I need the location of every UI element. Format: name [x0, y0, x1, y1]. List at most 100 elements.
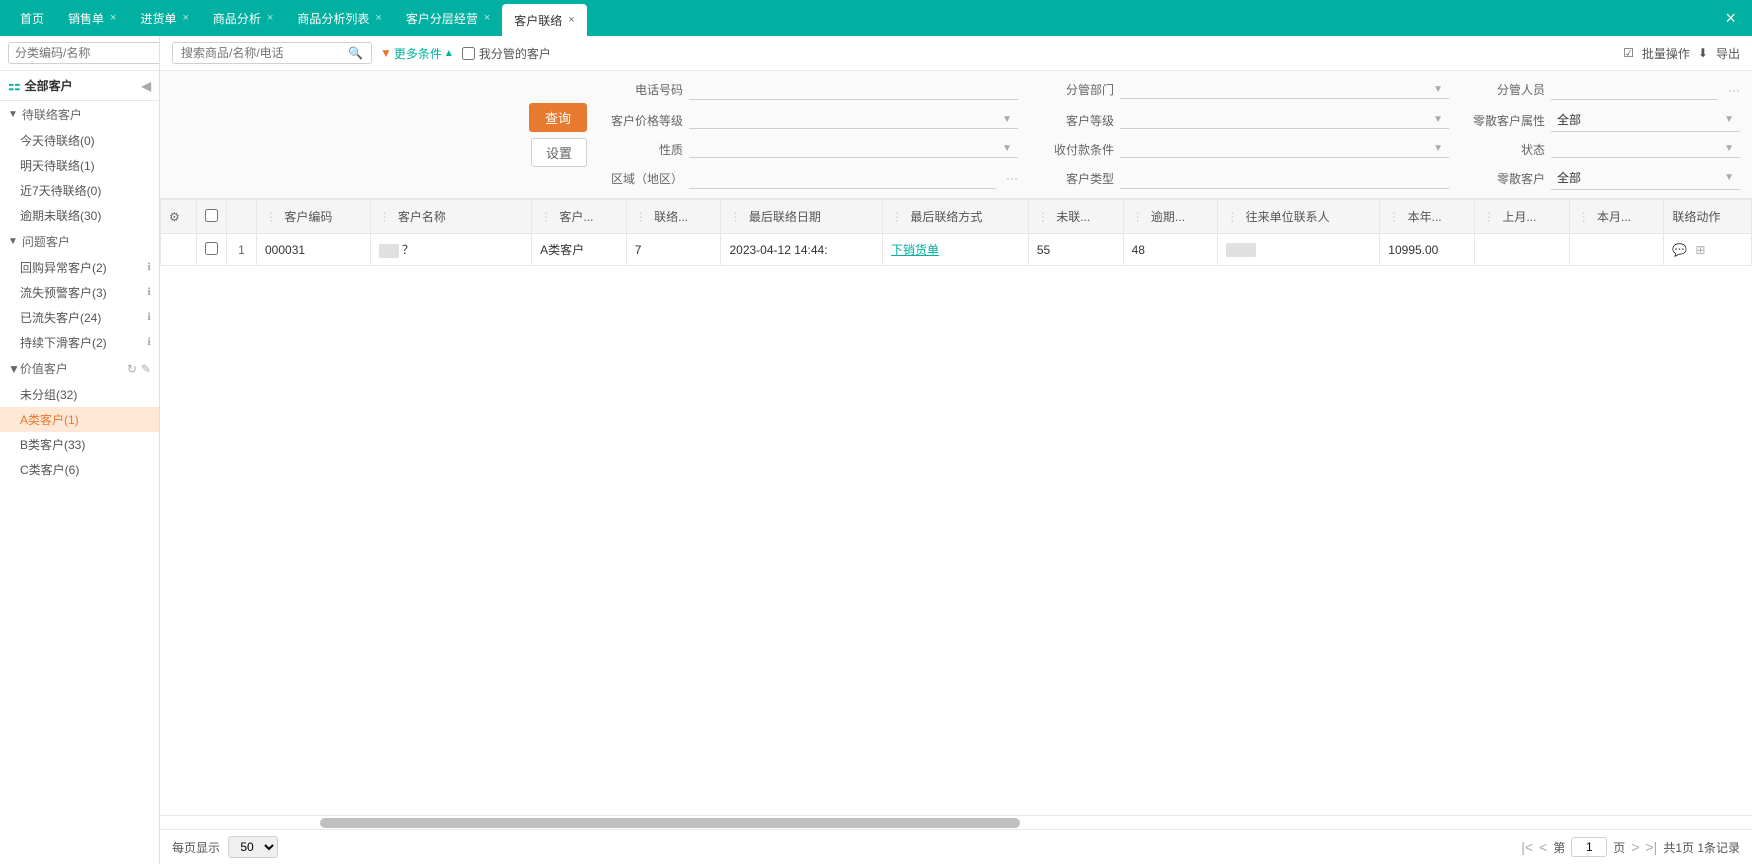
close-purchase-icon[interactable]: × — [182, 12, 188, 24]
customer-level-select[interactable]: ▼ — [1120, 111, 1449, 129]
col-code: ⋮ 客户编码 — [257, 200, 371, 234]
first-page-button[interactable]: |< — [1521, 839, 1533, 855]
horizontal-scrollbar[interactable] — [160, 815, 1752, 829]
filter-icon: ▼ — [380, 46, 392, 60]
page-number-input[interactable] — [1571, 837, 1607, 857]
last-page-button[interactable]: >| — [1646, 839, 1658, 855]
nav-customer-segment[interactable]: 客户分层经营 × — [394, 0, 502, 36]
sidebar-item-tomorrow[interactable]: 明天待联络(1) — [0, 153, 159, 178]
close-all-button[interactable]: × — [1717, 8, 1744, 29]
close-contact-icon[interactable]: × — [568, 14, 574, 26]
retail-customer-arrow-icon: ▼ — [1724, 172, 1734, 183]
sidebar: 🔍 ⚏ 全部客户 ◀ ▼ 待联络客户 今天待联络(0) 明天待联络(1) 近7天… — [0, 36, 160, 864]
last-method-link[interactable]: 下销货单 — [891, 243, 939, 257]
search-input[interactable] — [181, 46, 348, 60]
sidebar-item-c-class[interactable]: C类客户(6) — [0, 457, 159, 482]
region-dots-icon[interactable]: ··· — [1006, 171, 1018, 185]
filter-actions: ☑ 批量操作 ⬇ 导出 — [1623, 45, 1740, 62]
sidebar-item-b-class[interactable]: B类客户(33) — [0, 432, 159, 457]
nav-home[interactable]: 首页 — [8, 0, 56, 36]
col-level: ⋮ 客户... — [532, 200, 627, 234]
filter-nature: 性质 ▼ — [603, 140, 1018, 158]
export-button[interactable]: 导出 — [1716, 45, 1740, 62]
query-btn-area: 查询 设置 — [172, 103, 587, 167]
close-sales-icon[interactable]: × — [110, 12, 116, 24]
filter-customer-level: 客户等级 ▼ — [1034, 111, 1449, 129]
sidebar-item-overdue[interactable]: 逾期未联络(30) — [0, 203, 159, 228]
nature-select[interactable]: ▼ — [689, 140, 1018, 158]
query-button[interactable]: 查询 — [529, 103, 587, 132]
set-button[interactable]: 设置 — [531, 138, 587, 167]
nav-sales[interactable]: 销售单 × — [56, 0, 128, 36]
sidebar-item-churn-warning[interactable]: 流失预警客户(3) ℹ — [0, 280, 159, 305]
prev-page-button[interactable]: < — [1539, 839, 1547, 855]
sidebar-item-a-class[interactable]: A类客户(1) — [0, 407, 159, 432]
page-size-area: 每页显示 50 100 200 — [172, 836, 278, 858]
page-of-label: 页 — [1613, 839, 1625, 856]
group-value-customers[interactable]: ▼ 价值客户 ↻ ✎ — [0, 355, 159, 382]
batch-op-button[interactable]: 批量操作 — [1642, 45, 1690, 62]
collapse-sidebar-icon[interactable]: ◀ — [142, 79, 151, 93]
col-no-contact: ⋮ 未联... — [1028, 200, 1123, 234]
nav-goods-analysis[interactable]: 商品分析 × — [201, 0, 285, 36]
row-num-cell: 1 — [227, 234, 257, 266]
goods-analysis-label: 商品分析 — [213, 10, 261, 27]
batch-op-icon: ☑ — [1623, 46, 1634, 60]
next-page-button[interactable]: > — [1631, 839, 1639, 855]
region-input[interactable] — [689, 168, 996, 189]
select-all-checkbox[interactable] — [205, 209, 218, 222]
col-this-year: ⋮ 本年... — [1380, 200, 1475, 234]
status-select[interactable]: ▼ — [1551, 140, 1740, 158]
action-chat-icon[interactable]: 💬 — [1672, 243, 1687, 257]
phone-input[interactable] — [689, 79, 1018, 100]
price-level-arrow-icon: ▼ — [1002, 114, 1012, 125]
sidebar-item-declining[interactable]: 持续下滑客户(2) ℹ — [0, 330, 159, 355]
close-goods-analysis-icon[interactable]: × — [267, 12, 273, 24]
row-checkbox[interactable] — [205, 242, 218, 255]
all-customers-label: 全部客户 — [25, 77, 73, 94]
payment-select[interactable]: ▼ — [1120, 140, 1449, 158]
row-no-contact-cell: 55 — [1028, 234, 1123, 266]
pagination-area: |< < 第 页 > >| 共1页 1条记录 — [1521, 837, 1740, 857]
per-page-label: 每页显示 — [172, 839, 220, 856]
sidebar-item-today[interactable]: 今天待联络(0) — [0, 128, 159, 153]
retail-customer-select[interactable]: 全部 ▼ — [1551, 166, 1740, 190]
search-icon[interactable]: 🔍 — [348, 46, 363, 60]
table-footer: 每页显示 50 100 200 |< < 第 页 > >| 共1页 1条记录 — [160, 829, 1752, 864]
sidebar-search-input[interactable] — [8, 42, 160, 64]
dept-select[interactable]: ▼ — [1120, 81, 1449, 99]
sidebar-item-repurchase[interactable]: 回购异常客户(2) ℹ — [0, 255, 159, 280]
scroll-thumb[interactable] — [320, 818, 1020, 828]
nav-goods-analysis-list[interactable]: 商品分析列表 × — [285, 0, 393, 36]
table-gear-icon[interactable]: ⚙ — [169, 210, 180, 224]
home-label: 首页 — [20, 10, 44, 27]
manager-dots-icon[interactable]: ··· — [1728, 83, 1740, 97]
customer-segment-label: 客户分层经营 — [406, 10, 478, 27]
row-level-cell: A类客户 — [532, 234, 627, 266]
filter-dept: 分管部门 ▼ — [1034, 81, 1449, 99]
manager-input[interactable] — [1551, 79, 1718, 100]
group-pending-contact[interactable]: ▼ 待联络客户 — [0, 101, 159, 128]
group-arrow-icon: ▼ — [8, 109, 18, 120]
group-problem-customers[interactable]: ▼ 问题客户 — [0, 228, 159, 255]
price-level-select[interactable]: ▼ — [689, 111, 1018, 129]
sidebar-item-churned[interactable]: 已流失客户(24) ℹ — [0, 305, 159, 330]
col-this-month: ⋮ 本月... — [1569, 200, 1664, 234]
more-filters-button[interactable]: ▼ 更多条件 ▲ — [380, 45, 454, 62]
my-customers-checkbox[interactable] — [462, 47, 475, 60]
action-share-icon[interactable]: ⊞ — [1695, 243, 1705, 257]
filter-bar: 🔍 ▼ 更多条件 ▲ 我分管的客户 ☑ 批量操作 ⬇ 导出 — [160, 36, 1752, 71]
nav-purchase[interactable]: 进货单 × — [128, 0, 200, 36]
refresh-icon[interactable]: ↻ — [127, 362, 137, 376]
close-segment-icon[interactable]: × — [484, 12, 490, 24]
filter-customer-type: 客户类型 — [1034, 168, 1449, 189]
customer-type-input[interactable] — [1120, 168, 1449, 189]
edit-icon[interactable]: ✎ — [141, 362, 151, 376]
retail-attr-select[interactable]: 全部 ▼ — [1551, 108, 1740, 132]
close-goods-list-icon[interactable]: × — [375, 12, 381, 24]
nav-customer-contact[interactable]: 客户联络 × — [502, 4, 586, 36]
col-contact: ⋮ 联络... — [626, 200, 721, 234]
sidebar-item-ungrouped[interactable]: 未分组(32) — [0, 382, 159, 407]
page-size-select[interactable]: 50 100 200 — [228, 836, 278, 858]
sidebar-item-7days[interactable]: 近7天待联络(0) — [0, 178, 159, 203]
